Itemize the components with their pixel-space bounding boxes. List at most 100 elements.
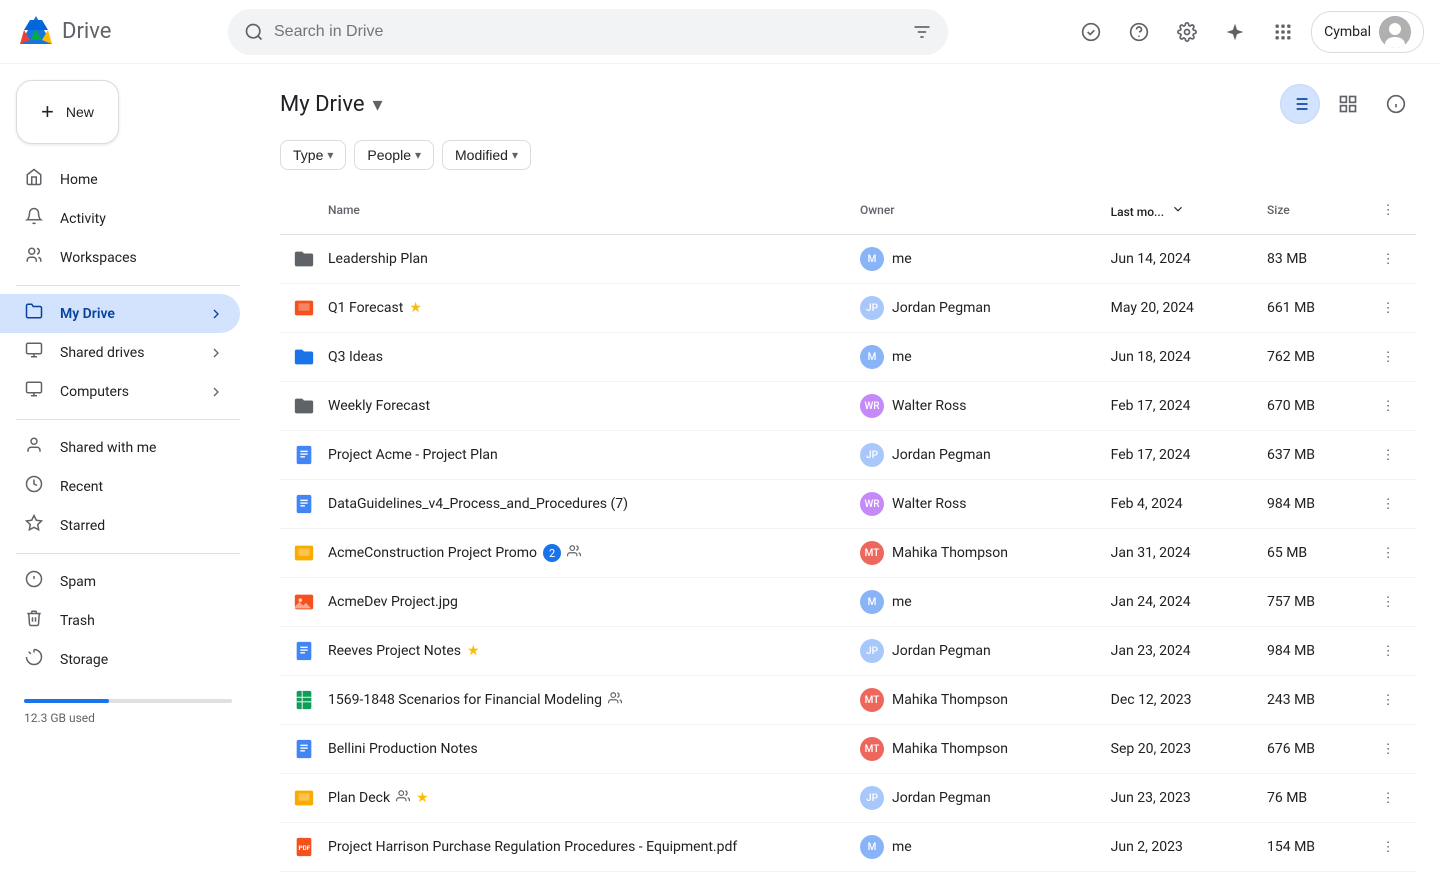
column-name[interactable]: Name	[280, 186, 848, 235]
file-name-cell[interactable]: Plan Deck ★	[280, 774, 848, 823]
more-cell[interactable]: ⋮	[1360, 578, 1416, 627]
file-name-cell[interactable]: AcmeDev Project.jpg	[280, 578, 848, 627]
table-row[interactable]: AcmeDev Project.jpg M me Jan 24, 2024 75…	[280, 578, 1416, 627]
file-more-button[interactable]: ⋮	[1372, 586, 1404, 618]
file-name-cell[interactable]: Weekly Forecast	[280, 382, 848, 431]
column-more-button[interactable]: ⋮	[1372, 194, 1404, 226]
file-name-cell[interactable]: Q1 Forecast ★	[280, 284, 848, 333]
table-row[interactable]: Weekly Forecast WR Walter Ross Feb 17, 2…	[280, 382, 1416, 431]
shared-icon	[608, 691, 622, 709]
table-row[interactable]: Reeves Project Notes ★ JP Jordan Pegman …	[280, 627, 1416, 676]
more-cell[interactable]: ⋮	[1360, 431, 1416, 480]
file-name-cell[interactable]: Reeves Project Notes ★	[280, 627, 848, 676]
search-filter-icon[interactable]	[912, 22, 932, 42]
file-more-button[interactable]: ⋮	[1372, 635, 1404, 667]
sidebar-item-activity[interactable]: Activity	[0, 199, 240, 238]
sidebar-item-computers[interactable]: Computers	[0, 372, 240, 411]
info-button[interactable]	[1376, 84, 1416, 124]
column-owner[interactable]: Owner	[848, 186, 1099, 235]
sidebar-item-shared-with-me[interactable]: Shared with me	[0, 428, 240, 467]
more-cell[interactable]: ⋮	[1360, 382, 1416, 431]
last-modified: Jun 14, 2024	[1111, 251, 1191, 267]
sidebar-item-recent[interactable]: Recent	[0, 467, 240, 506]
badge: 2	[543, 544, 561, 562]
settings-icon-btn[interactable]	[1167, 12, 1207, 52]
list-view-button[interactable]	[1280, 84, 1320, 124]
grid-view-button[interactable]	[1328, 84, 1368, 124]
file-name-cell[interactable]: 1569-1848 Scenarios for Financial Modeli…	[280, 676, 848, 725]
sidebar-item-workspaces[interactable]: Workspaces	[0, 238, 240, 277]
table-row[interactable]: Leadership Plan M me Jun 14, 2024 83 MB …	[280, 235, 1416, 284]
file-more-button[interactable]: ⋮	[1372, 537, 1404, 569]
sidebar-item-my-drive[interactable]: My Drive	[0, 294, 240, 333]
sidebar-item-home[interactable]: Home	[0, 160, 240, 199]
file-size: 670 MB	[1267, 398, 1315, 414]
table-row[interactable]: DataGuidelines_v4_Process_and_Procedures…	[280, 480, 1416, 529]
sidebar-divider-1	[16, 285, 240, 286]
more-cell[interactable]: ⋮	[1360, 823, 1416, 872]
table-row[interactable]: Project Acme - Project Plan JP Jordan Pe…	[280, 431, 1416, 480]
file-name-cell[interactable]: Leadership Plan	[280, 235, 848, 284]
column-size[interactable]: Size	[1255, 186, 1360, 235]
table-row[interactable]: Q3 Ideas M me Jun 18, 2024 762 MB ⋮	[280, 333, 1416, 382]
file-name-cell[interactable]: AcmeConstruction Project Promo 2	[280, 529, 848, 578]
file-name-cell[interactable]: Bellini Production Notes	[280, 725, 848, 774]
more-cell[interactable]: ⋮	[1360, 480, 1416, 529]
column-last-modified[interactable]: Last mo...	[1099, 186, 1255, 235]
file-more-button[interactable]: ⋮	[1372, 733, 1404, 765]
file-more-button[interactable]: ⋮	[1372, 488, 1404, 520]
table-row[interactable]: Plan Deck ★ JP Jordan Pegman Jun 23, 202…	[280, 774, 1416, 823]
file-more-button[interactable]: ⋮	[1372, 243, 1404, 275]
done-icon-btn[interactable]	[1071, 12, 1111, 52]
search-bar[interactable]	[228, 9, 948, 55]
owner-cell: M me	[848, 333, 1099, 382]
info-icon	[1386, 94, 1406, 114]
file-name-cell[interactable]: Q3 Ideas	[280, 333, 848, 382]
file-more-button[interactable]: ⋮	[1372, 341, 1404, 373]
ai-icon-btn[interactable]	[1215, 12, 1255, 52]
sidebar-item-spam[interactable]: Spam	[0, 562, 240, 601]
more-cell[interactable]: ⋮	[1360, 725, 1416, 774]
table-row[interactable]: AcmeConstruction Project Promo 2 MT Mahi…	[280, 529, 1416, 578]
more-cell[interactable]: ⋮	[1360, 333, 1416, 382]
more-cell[interactable]: ⋮	[1360, 529, 1416, 578]
file-name-cell[interactable]: PDF Project Harrison Purchase Regulation…	[280, 823, 848, 872]
file-name-cell[interactable]: DataGuidelines_v4_Process_and_Procedures…	[280, 480, 848, 529]
file-name-cell[interactable]: Project Acme - Project Plan	[280, 431, 848, 480]
help-icon-btn[interactable]	[1119, 12, 1159, 52]
more-cell[interactable]: ⋮	[1360, 235, 1416, 284]
table-row[interactable]: Bellini Production Notes MT Mahika Thomp…	[280, 725, 1416, 774]
file-more-button[interactable]: ⋮	[1372, 684, 1404, 716]
filter-modified[interactable]: Modified ▾	[442, 140, 531, 170]
table-row[interactable]: 1569-1848 Scenarios for Financial Modeli…	[280, 676, 1416, 725]
file-more-button[interactable]: ⋮	[1372, 831, 1404, 863]
user-avatar	[1379, 16, 1411, 48]
more-cell[interactable]: ⋮	[1360, 627, 1416, 676]
filter-type[interactable]: Type ▾	[280, 140, 346, 170]
file-name: Q3 Ideas	[328, 349, 383, 365]
more-cell[interactable]: ⋮	[1360, 676, 1416, 725]
table-row[interactable]: PDF Project Harrison Purchase Regulation…	[280, 823, 1416, 872]
content-title[interactable]: My Drive ▾	[280, 92, 383, 117]
sidebar-item-trash[interactable]: Trash	[0, 601, 240, 640]
table-row[interactable]: Q1 Forecast ★ JP Jordan Pegman May 20, 2…	[280, 284, 1416, 333]
more-cell[interactable]: ⋮	[1360, 774, 1416, 823]
filter-people[interactable]: People ▾	[354, 140, 434, 170]
sidebar-item-starred[interactable]: Starred	[0, 506, 240, 545]
file-more-button[interactable]: ⋮	[1372, 292, 1404, 324]
user-chip[interactable]: Cymbal	[1311, 11, 1424, 53]
file-more-button[interactable]: ⋮	[1372, 782, 1404, 814]
new-button[interactable]: + New	[16, 80, 119, 144]
owner-cell: M me	[848, 823, 1099, 872]
sidebar-item-storage[interactable]: Storage	[0, 640, 240, 679]
file-more-button[interactable]: ⋮	[1372, 390, 1404, 422]
apps-icon-btn[interactable]	[1263, 12, 1303, 52]
search-input[interactable]	[274, 23, 902, 41]
file-name-text: AcmeConstruction Project Promo 2	[328, 544, 581, 562]
size-cell: 661 MB	[1255, 284, 1360, 333]
owner-name: me	[892, 594, 912, 610]
more-cell[interactable]: ⋮	[1360, 284, 1416, 333]
logo-area: Drive	[16, 12, 216, 52]
sidebar-item-shared-drives[interactable]: Shared drives	[0, 333, 240, 372]
file-more-button[interactable]: ⋮	[1372, 439, 1404, 471]
